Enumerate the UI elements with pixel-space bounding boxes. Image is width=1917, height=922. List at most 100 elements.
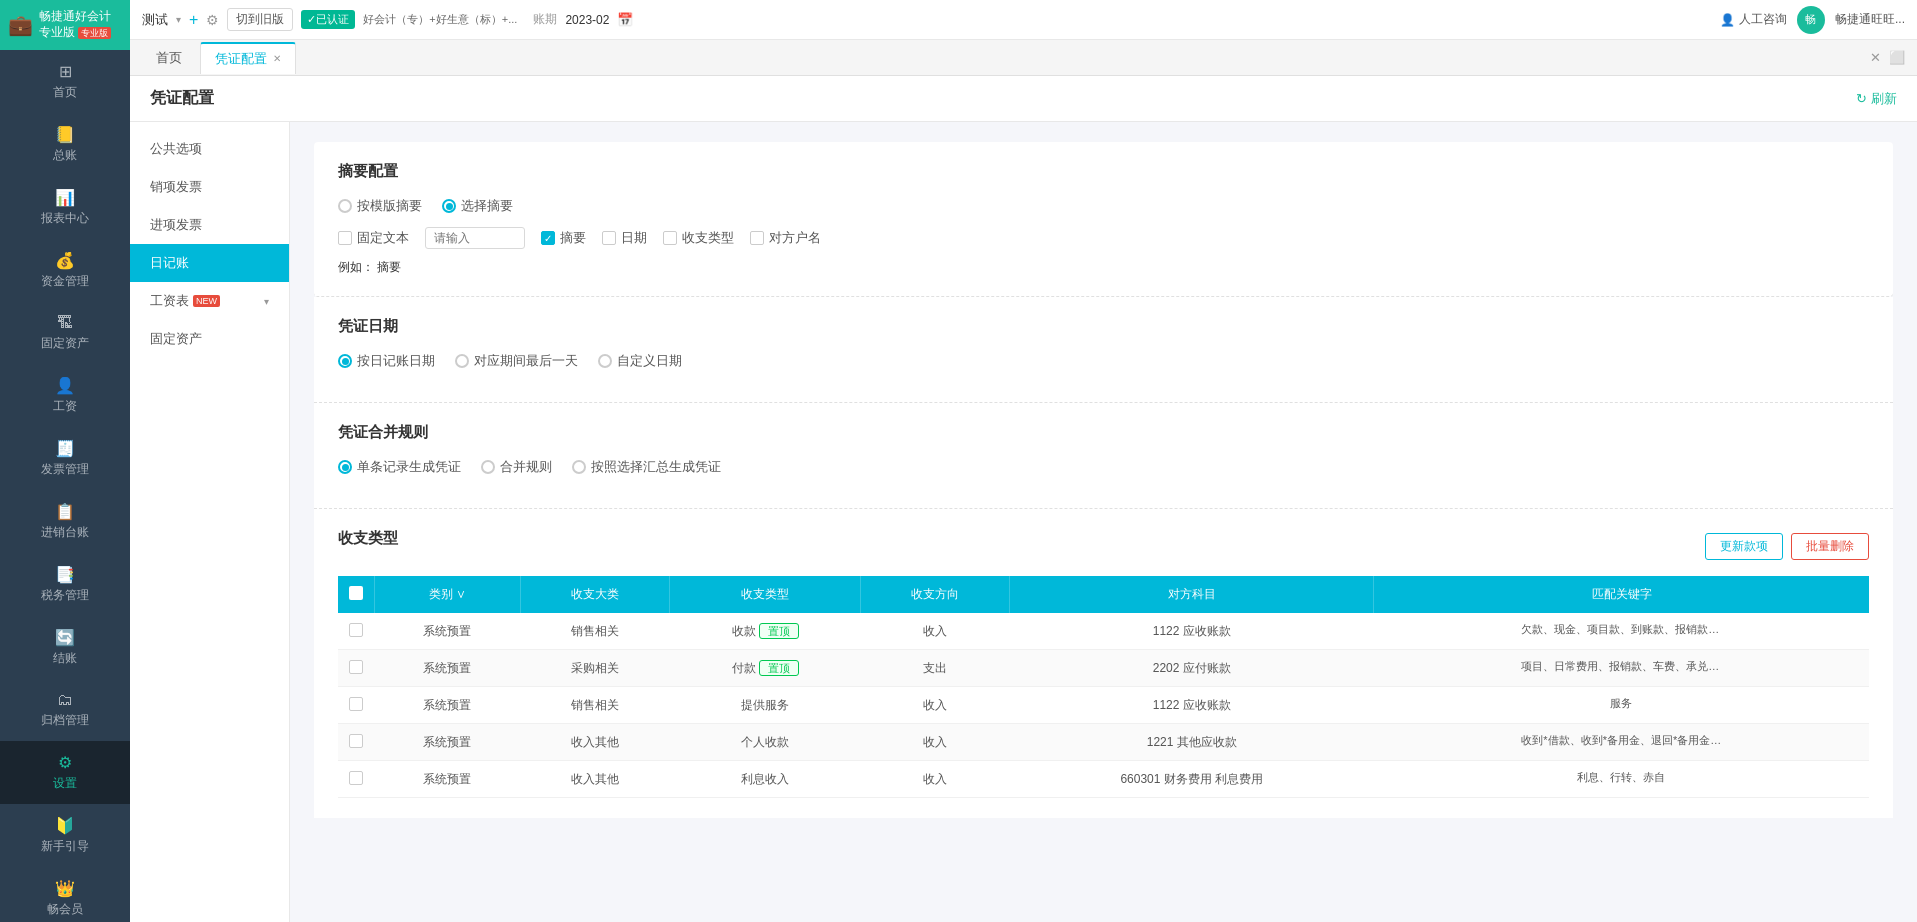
refresh-btn[interactable]: ↻ 刷新: [1856, 90, 1897, 108]
row-check-box[interactable]: [349, 623, 363, 637]
row-check-box[interactable]: [349, 734, 363, 748]
sidebar-item-settings[interactable]: ⚙ 设置: [0, 741, 130, 804]
nav-item-purchase-invoice[interactable]: 进项发票: [130, 206, 289, 244]
checkbox-pay-type[interactable]: 收支类型: [663, 229, 734, 247]
reset-tag[interactable]: 置顶: [759, 623, 799, 639]
sidebar-item-salary[interactable]: 👤 工资: [0, 364, 130, 427]
sidebar-item-label: 总账: [53, 147, 77, 164]
sidebar-item-asset[interactable]: 🏗 固定资产: [0, 302, 130, 364]
sidebar-item-archive[interactable]: 🗂 归档管理: [0, 679, 130, 741]
sidebar-item-newguide[interactable]: 🔰 新手引导: [0, 804, 130, 867]
checkbox-fixed-text[interactable]: 固定文本: [338, 229, 409, 247]
radio-single[interactable]: 单条记录生成凭证: [338, 458, 461, 476]
sidebar-item-label: 畅会员: [47, 901, 83, 918]
asset-icon: 🏗: [57, 314, 73, 332]
row-keywords: 欠款、现金、项目款、到账款、报销款、汇入、...: [1374, 613, 1869, 650]
tax-icon: 📑: [55, 565, 75, 584]
nav-item-salary-table[interactable]: 工资表 NEW ▾: [130, 282, 289, 320]
radio-merge-rule[interactable]: 合并规则: [481, 458, 552, 476]
help-btn[interactable]: 👤 人工咨询: [1720, 11, 1787, 28]
sidebar-item-label: 归档管理: [41, 712, 89, 729]
row-check-box[interactable]: [349, 697, 363, 711]
radio-select-total[interactable]: 按照选择汇总生成凭证: [572, 458, 721, 476]
tab-voucher-config-label: 凭证配置: [215, 50, 267, 68]
tab-home-label: 首页: [156, 49, 182, 67]
voucher-date-title: 凭证日期: [338, 317, 1869, 336]
tabbar: 首页 凭证配置 ✕ ✕ ⬜: [130, 40, 1917, 76]
row-check-box[interactable]: [349, 660, 363, 674]
sidebar-item-fund[interactable]: 💰 资金管理: [0, 239, 130, 302]
period-value: 2023-02: [565, 13, 609, 27]
app-logo: 💼 畅捷通好会计 专业版 专业版: [0, 0, 130, 50]
ledger-icon: 📒: [55, 125, 75, 144]
sidebar-item-ledger[interactable]: 📒 总账: [0, 113, 130, 176]
switch-old-btn[interactable]: 切到旧版: [227, 8, 293, 31]
checkbox-date[interactable]: 日期: [602, 229, 647, 247]
topbar-title: 测试: [142, 11, 168, 29]
settle-icon: 🔄: [55, 628, 75, 647]
radio-select[interactable]: 选择摘要: [442, 197, 513, 215]
pay-type-checkbox-box: [663, 231, 677, 245]
newguide-icon: 🔰: [55, 816, 75, 835]
sidebar-item-label: 新手引导: [41, 838, 89, 855]
page-header: 凭证配置 ↻ 刷新: [130, 76, 1917, 122]
sidebar-item-member[interactable]: 👑 畅会员: [0, 867, 130, 922]
window-maximize-icon[interactable]: ⬜: [1889, 50, 1905, 65]
update-btn[interactable]: 更新款项: [1705, 533, 1783, 560]
table-row: 系统预置 销售相关 收款 置顶 收入 1122 应收账款 欠款、现金、项目款、到…: [338, 613, 1869, 650]
row-checkbox[interactable]: [338, 761, 374, 798]
nav-item-sales-invoice[interactable]: 销项发票: [130, 168, 289, 206]
sidebar-item-tax[interactable]: 📑 税务管理: [0, 553, 130, 616]
sidebar-item-report[interactable]: 📊 报表中心: [0, 176, 130, 239]
user-avatar[interactable]: 畅: [1797, 6, 1825, 34]
row-checkbox[interactable]: [338, 613, 374, 650]
calendar-icon[interactable]: 📅: [617, 12, 633, 27]
topbar-dropdown-arrow[interactable]: ▾: [176, 14, 181, 25]
reset-tag[interactable]: 置顶: [759, 660, 799, 676]
sidebar-item-home[interactable]: ⊞ 首页: [0, 50, 130, 113]
radio-custom-date[interactable]: 自定义日期: [598, 352, 682, 370]
col-checkbox[interactable]: [338, 576, 374, 613]
col-category: 类别 ∨: [374, 576, 521, 613]
radio-journal-date[interactable]: 按日记账日期: [338, 352, 435, 370]
row-major: 销售相关: [521, 613, 670, 650]
sidebar-item-purchase[interactable]: 📋 进销台账: [0, 490, 130, 553]
page-wrapper: 凭证配置 ↻ 刷新 公共选项 销项发票 进项发票: [130, 76, 1917, 922]
select-all-checkbox[interactable]: [349, 586, 363, 600]
row-checkbox[interactable]: [338, 724, 374, 761]
logo-name: 畅捷通好会计: [39, 9, 111, 25]
checkbox-counterpart[interactable]: 对方户名: [750, 229, 821, 247]
sidebar-item-label: 工资: [53, 398, 77, 415]
row-subject: 660301 财务费用 利息费用: [1010, 761, 1374, 798]
summary-radio-group: 按模版摘要 选择摘要: [338, 197, 1869, 215]
table-row: 系统预置 销售相关 提供服务 收入 1122 应收账款 服务: [338, 687, 1869, 724]
summary-checkbox-row: 固定文本 ✓ 摘要 日期: [338, 227, 1869, 249]
nav-item-fixed-asset[interactable]: 固定资产: [130, 320, 289, 358]
help-icon: 👤: [1720, 13, 1735, 27]
topbar-add-icon[interactable]: +: [189, 11, 198, 29]
radio-template[interactable]: 按模版摘要: [338, 197, 422, 215]
tab-close-icon[interactable]: ✕: [273, 53, 281, 64]
row-subject: 1122 应收账款: [1010, 613, 1374, 650]
window-close-icon[interactable]: ✕: [1870, 50, 1881, 65]
topbar-gear-icon[interactable]: ⚙: [206, 12, 219, 28]
archive-icon: 🗂: [57, 691, 73, 709]
row-checkbox[interactable]: [338, 650, 374, 687]
nav-item-public[interactable]: 公共选项: [130, 130, 289, 168]
row-checkbox[interactable]: [338, 687, 374, 724]
tab-voucher-config[interactable]: 凭证配置 ✕: [200, 42, 296, 74]
tab-home[interactable]: 首页: [142, 43, 196, 73]
radio-select-circle: [442, 199, 456, 213]
nav-item-journal[interactable]: 日记账: [130, 244, 289, 282]
logo-icon: 💼: [8, 13, 33, 37]
row-subject: 1122 应收账款: [1010, 687, 1374, 724]
radio-period-last[interactable]: 对应期间最后一天: [455, 352, 578, 370]
sidebar-item-settle[interactable]: 🔄 结账: [0, 616, 130, 679]
delete-btn[interactable]: 批量删除: [1791, 533, 1869, 560]
row-check-box[interactable]: [349, 771, 363, 785]
checkbox-summary[interactable]: ✓ 摘要: [541, 229, 586, 247]
new-badge: NEW: [193, 295, 220, 307]
fixed-text-input[interactable]: [425, 227, 525, 249]
sidebar-item-invoice[interactable]: 🧾 发票管理: [0, 427, 130, 490]
member-icon: 👑: [55, 879, 75, 898]
